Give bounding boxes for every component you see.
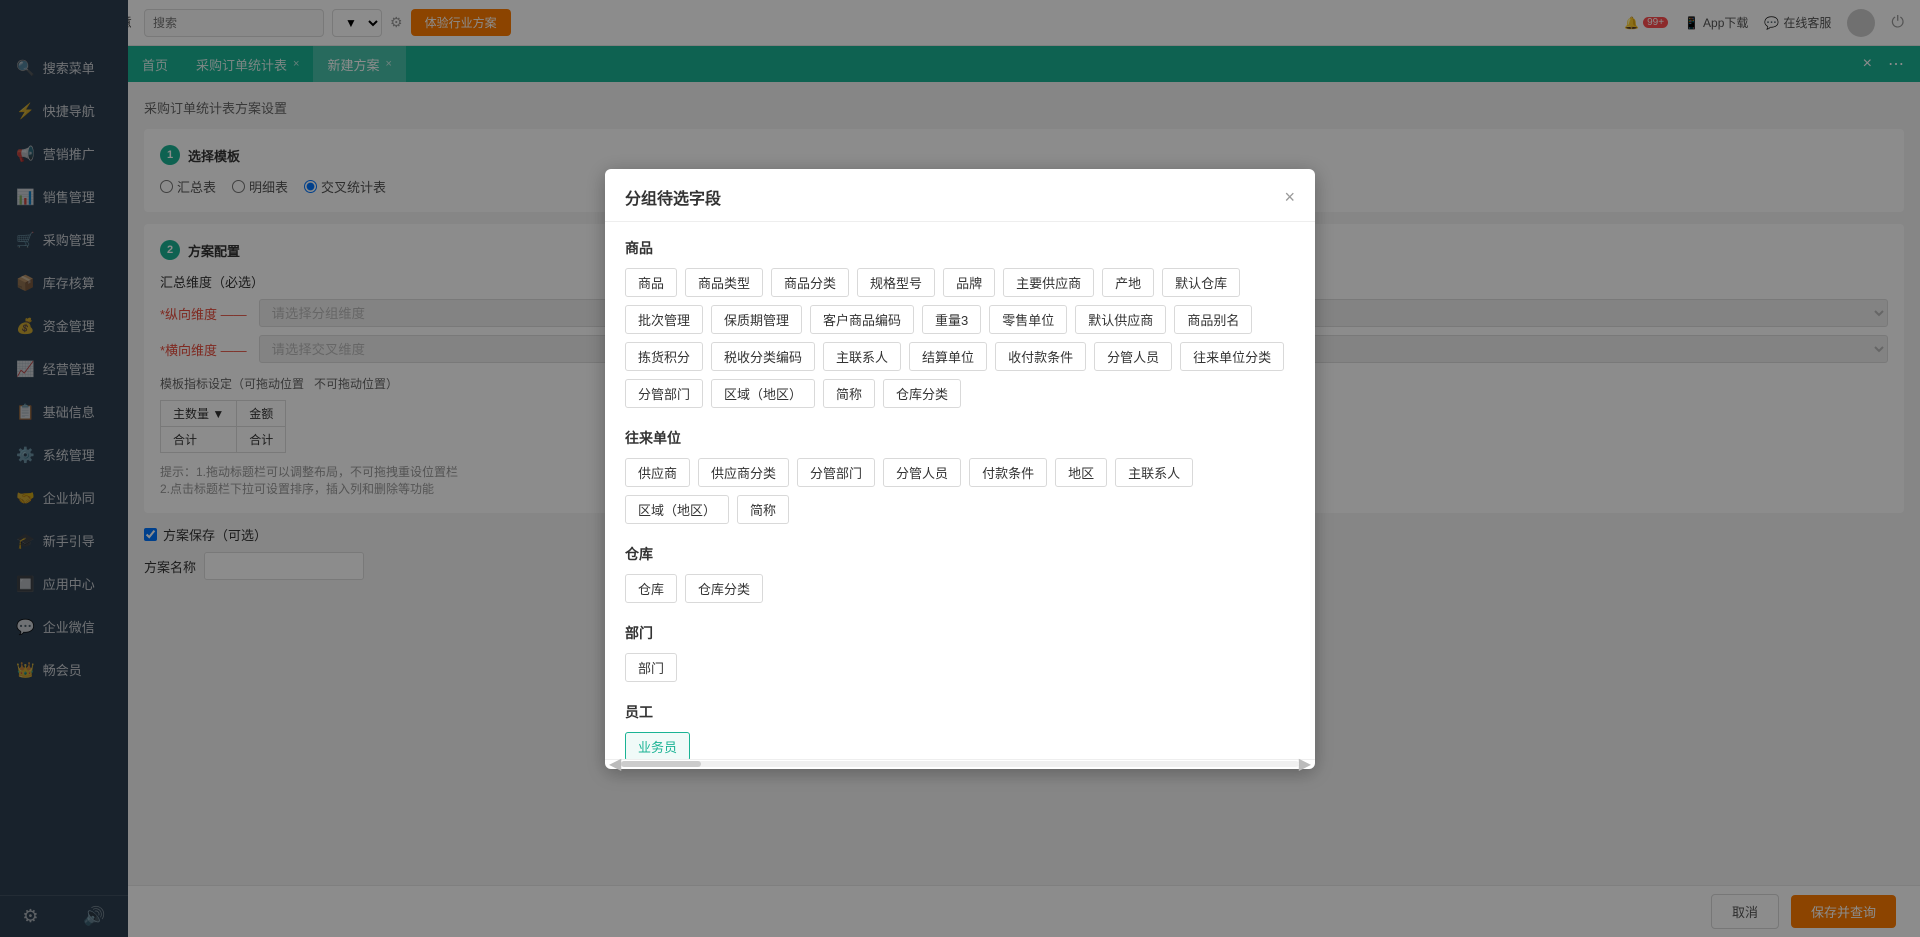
- field-tag[interactable]: 零售单位: [989, 305, 1067, 334]
- field-tags: 供应商供应商分类分管部门分管人员付款条件地区主联系人区域（地区） 简称: [625, 458, 1295, 524]
- field-tag[interactable]: 供应商分类: [698, 458, 789, 487]
- section-title: 仓库: [625, 544, 1295, 564]
- field-tag[interactable]: 商品分类: [771, 268, 849, 297]
- field-tag[interactable]: 结算单位: [909, 342, 987, 371]
- scrollbar-thumb: [621, 761, 701, 767]
- modal-title: 分组待选字段: [625, 185, 721, 209]
- field-tag[interactable]: 分管部门: [797, 458, 875, 487]
- field-section-往来单位: 往来单位供应商供应商分类分管部门分管人员付款条件地区主联系人区域（地区） 简称: [625, 428, 1295, 524]
- modal-overlay: 分组待选字段 × 商品商品商品类型商品分类规格型号品牌主要供应商产地默认仓库批次…: [0, 0, 1920, 937]
- field-tag[interactable]: 区域（地区）: [625, 495, 729, 524]
- field-tag[interactable]: 区域（地区）: [711, 379, 815, 408]
- field-section-部门: 部门部门: [625, 623, 1295, 682]
- field-tag[interactable]: 收付款条件: [995, 342, 1086, 371]
- field-tag[interactable]: 客户商品编码: [810, 305, 914, 334]
- field-tag[interactable]: 产地: [1102, 268, 1154, 297]
- field-tag[interactable]: 品牌: [943, 268, 995, 297]
- field-tags: 业务员: [625, 732, 1295, 759]
- field-tag[interactable]: 仓库分类: [685, 574, 763, 603]
- section-title: 员工: [625, 702, 1295, 722]
- field-tag[interactable]: 主联系人: [823, 342, 901, 371]
- field-tag[interactable]: 批次管理: [625, 305, 703, 334]
- field-tag[interactable]: 默认供应商: [1075, 305, 1166, 334]
- field-tag[interactable]: 简称: [737, 495, 789, 524]
- scroll-left-icon[interactable]: ◀: [609, 754, 621, 774]
- field-tag[interactable]: 地区: [1055, 458, 1107, 487]
- field-tags: 仓库仓库分类: [625, 574, 1295, 603]
- field-tag[interactable]: 供应商: [625, 458, 690, 487]
- field-tag[interactable]: 分管人员: [1094, 342, 1172, 371]
- field-tag[interactable]: 重量3: [922, 305, 981, 334]
- field-tags: 部门: [625, 653, 1295, 682]
- modal-dialog: 分组待选字段 × 商品商品商品类型商品分类规格型号品牌主要供应商产地默认仓库批次…: [605, 169, 1315, 769]
- modal-close-button[interactable]: ×: [1284, 188, 1295, 206]
- field-tag[interactable]: 往来单位分类: [1180, 342, 1284, 371]
- horizontal-scrollbar[interactable]: [621, 761, 1298, 767]
- field-tag[interactable]: 保质期管理: [711, 305, 802, 334]
- field-section-商品: 商品商品商品类型商品分类规格型号品牌主要供应商产地默认仓库批次管理保质期管理客户…: [625, 238, 1295, 408]
- field-tag[interactable]: 付款条件: [969, 458, 1047, 487]
- modal-scrollbar[interactable]: ◀ ▶: [605, 759, 1315, 769]
- field-tag[interactable]: 简称: [823, 379, 875, 408]
- section-title: 部门: [625, 623, 1295, 643]
- field-section-仓库: 仓库仓库仓库分类: [625, 544, 1295, 603]
- field-tag[interactable]: 规格型号: [857, 268, 935, 297]
- section-title: 往来单位: [625, 428, 1295, 448]
- scroll-right-icon[interactable]: ▶: [1299, 754, 1311, 774]
- field-tag[interactable]: 拣货积分: [625, 342, 703, 371]
- field-section-员工: 员工业务员: [625, 702, 1295, 759]
- field-tag[interactable]: 商品: [625, 268, 677, 297]
- field-tag[interactable]: 默认仓库: [1162, 268, 1240, 297]
- field-tag[interactable]: 税收分类编码: [711, 342, 815, 371]
- field-tag[interactable]: 业务员: [625, 732, 690, 759]
- field-tag[interactable]: 商品类型: [685, 268, 763, 297]
- field-tag[interactable]: 仓库: [625, 574, 677, 603]
- field-tag[interactable]: 仓库分类: [883, 379, 961, 408]
- modal-body: 商品商品商品类型商品分类规格型号品牌主要供应商产地默认仓库批次管理保质期管理客户…: [605, 222, 1315, 759]
- field-tag[interactable]: 分管人员: [883, 458, 961, 487]
- field-tag[interactable]: 分管部门: [625, 379, 703, 408]
- section-title: 商品: [625, 238, 1295, 258]
- field-tag[interactable]: 部门: [625, 653, 677, 682]
- field-tags: 商品商品类型商品分类规格型号品牌主要供应商产地默认仓库批次管理保质期管理客户商品…: [625, 268, 1295, 408]
- field-tag[interactable]: 商品别名: [1174, 305, 1252, 334]
- field-tag[interactable]: 主联系人: [1115, 458, 1193, 487]
- field-tag[interactable]: 主要供应商: [1003, 268, 1094, 297]
- modal-header: 分组待选字段 ×: [605, 169, 1315, 222]
